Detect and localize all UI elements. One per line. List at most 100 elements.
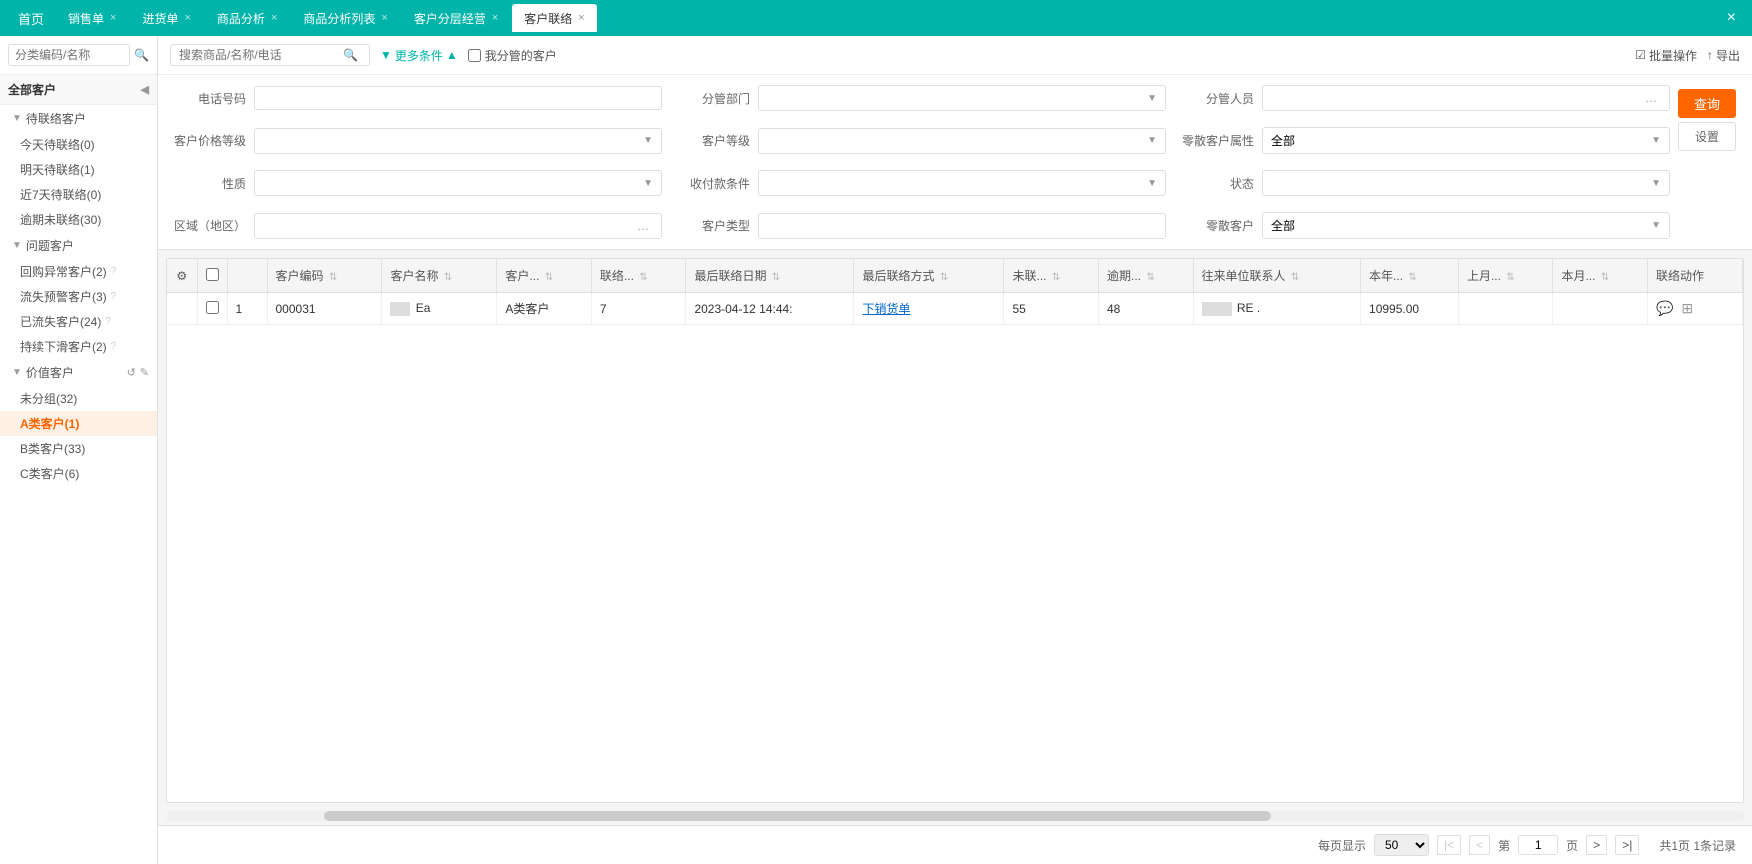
top-nav: 首页 销售单 × 进货单 × 商品分析 × 商品分析列表 × 客户分层经营 × … — [0, 0, 1752, 36]
nav-tab-analysis[interactable]: 商品分析 × — [205, 4, 289, 32]
prev-page-btn[interactable]: < — [1469, 835, 1490, 855]
sidebar-item-today[interactable]: 今天待联络(0) — [0, 132, 157, 157]
sidebar-collapse-icon[interactable]: ◀ — [141, 83, 149, 96]
nav-tab-purchase[interactable]: 进货单 × — [130, 4, 202, 32]
col-last-date[interactable]: 最后联络日期 ⇅ — [686, 259, 854, 293]
phone-input[interactable] — [254, 86, 662, 110]
scrollbar-thumb[interactable] — [324, 811, 1271, 821]
filter-search-icon[interactable]: 🔍 — [343, 48, 358, 62]
export-btn[interactable]: ↑ 导出 — [1707, 47, 1740, 64]
last-page-btn[interactable]: >| — [1615, 835, 1639, 855]
payment-field: 收付款条件 ▼ — [678, 170, 1166, 196]
dept-select[interactable]: ▼ — [758, 85, 1166, 111]
value-customer-label: 价值客户 — [26, 364, 74, 381]
sidebar-item-c-class[interactable]: C类客户(6) — [0, 461, 157, 486]
col-action: 联络动作 — [1647, 259, 1742, 293]
region-dots[interactable]: … — [633, 219, 653, 233]
sidebar-item-b-class[interactable]: B类客户(33) — [0, 436, 157, 461]
sidebar-item-churn-warning[interactable]: 流失预警客户(3) ? — [0, 284, 157, 309]
row-last-way[interactable]: 下销货单 — [854, 293, 1004, 325]
my-customers-checkbox[interactable]: 我分管的客户 — [468, 47, 557, 64]
help-icon-2[interactable]: ? — [111, 291, 117, 302]
retail-customer-select[interactable]: 全部 ▼ — [1262, 212, 1670, 239]
close-sales-tab[interactable]: × — [110, 12, 116, 24]
content-area: 🔍 ▼ 更多条件 ▲ 我分管的客户 ☑ 批量操作 ↑ 导出 — [158, 36, 1752, 864]
page-label: 第 — [1498, 837, 1510, 854]
close-analysis-tab[interactable]: × — [271, 12, 277, 24]
sidebar-item-overdue[interactable]: 逾期未联络(30) — [0, 207, 157, 232]
problem-customer-group[interactable]: ▼ 问题客户 — [0, 232, 157, 259]
col-cust-code[interactable]: 客户编码 ⇅ — [267, 259, 382, 293]
sidebar-item-repurchase-abnormal[interactable]: 回购异常客户(2) ? — [0, 259, 157, 284]
action-msg-icon[interactable]: 💬 — [1656, 300, 1673, 317]
dept-label: 分管部门 — [678, 90, 758, 107]
person-dots[interactable]: … — [1641, 91, 1661, 105]
nav-tab-analysis-list[interactable]: 商品分析列表 × — [291, 4, 399, 32]
nature-select[interactable]: ▼ — [254, 170, 662, 196]
col-cust-name[interactable]: 客户名称 ⇅ — [382, 259, 497, 293]
col-gear[interactable]: ⚙ — [167, 259, 197, 293]
horizontal-scrollbar[interactable] — [166, 811, 1744, 821]
status-select[interactable]: ▼ — [1262, 170, 1670, 196]
all-customers-header[interactable]: 全部客户 ◀ — [0, 75, 157, 105]
close-analysis-list-tab[interactable]: × — [381, 12, 387, 24]
first-page-btn[interactable]: |< — [1437, 835, 1461, 855]
col-no-contact[interactable]: 未联... ⇅ — [1004, 259, 1099, 293]
nav-home[interactable]: 首页 — [8, 9, 54, 28]
col-cust-type[interactable]: 客户... ⇅ — [497, 259, 592, 293]
close-customer-tier-tab[interactable]: × — [492, 12, 498, 24]
close-purchase-tab[interactable]: × — [184, 12, 190, 24]
value-group-refresh[interactable]: ↺ — [127, 366, 136, 379]
setting-button[interactable]: 设置 — [1678, 122, 1736, 151]
sidebar-search-icon[interactable]: 🔍 — [134, 48, 149, 62]
pending-contact-group[interactable]: ▼ 待联络客户 — [0, 105, 157, 132]
col-last-month[interactable]: 上月... ⇅ — [1458, 259, 1553, 293]
region-select[interactable]: … — [254, 213, 662, 239]
col-last-way[interactable]: 最后联络方式 ⇅ — [854, 259, 1004, 293]
col-this-month[interactable]: 本月... ⇅ — [1553, 259, 1648, 293]
sidebar-item-unclassified[interactable]: 未分组(32) — [0, 386, 157, 411]
help-icon-3[interactable]: ? — [105, 316, 111, 327]
payment-label: 收付款条件 — [678, 175, 758, 192]
retail-attr-select[interactable]: 全部 ▼ — [1262, 127, 1670, 154]
col-index — [227, 259, 267, 293]
col-overdue[interactable]: 逾期... ⇅ — [1099, 259, 1194, 293]
value-group-edit[interactable]: ✎ — [140, 366, 149, 379]
sidebar-search-input[interactable] — [8, 44, 130, 66]
price-grade-arrow: ▼ — [643, 135, 653, 146]
nav-tab-sales[interactable]: 销售单 × — [56, 4, 128, 32]
current-page-input[interactable] — [1518, 835, 1558, 855]
batch-op-btn[interactable]: ☑ 批量操作 — [1635, 47, 1697, 64]
customer-grade-select[interactable]: ▼ — [758, 128, 1166, 154]
row-no-contact: 55 — [1004, 293, 1099, 325]
sidebar-item-a-class[interactable]: A类客户(1) — [0, 411, 157, 436]
col-this-year[interactable]: 本年... ⇅ — [1361, 259, 1459, 293]
payment-select[interactable]: ▼ — [758, 170, 1166, 196]
sidebar-item-tomorrow[interactable]: 明天待联络(1) — [0, 157, 157, 182]
filter-more-conditions[interactable]: ▼ 更多条件 ▲ — [380, 47, 458, 64]
customer-type-select[interactable] — [758, 213, 1166, 239]
per-page-select[interactable]: 50 100 200 — [1374, 834, 1429, 856]
col-contact-count[interactable]: 联络... ⇅ — [591, 259, 686, 293]
row-select-checkbox[interactable] — [206, 301, 219, 314]
my-customers-check[interactable] — [468, 49, 481, 62]
help-icon-4[interactable]: ? — [111, 341, 117, 352]
close-all-tabs[interactable]: × — [1719, 9, 1744, 27]
sidebar-item-7days[interactable]: 近7天待联络(0) — [0, 182, 157, 207]
action-qr-icon[interactable]: ⊞ — [1681, 300, 1693, 317]
nav-tab-customer-tier[interactable]: 客户分层经营 × — [402, 4, 510, 32]
value-customer-group[interactable]: ▼ 价值客户 ↺ ✎ — [0, 359, 157, 386]
person-select[interactable]: … — [1262, 85, 1670, 111]
last-contact-way-link[interactable]: 下销货单 — [862, 302, 910, 316]
price-grade-select[interactable]: ▼ — [254, 128, 662, 154]
next-page-btn[interactable]: > — [1586, 835, 1607, 855]
nav-tab-customer-contact[interactable]: 客户联络 × — [512, 4, 596, 32]
query-button[interactable]: 查询 — [1678, 89, 1736, 118]
filter-search-input[interactable] — [179, 48, 339, 62]
sidebar-item-churned[interactable]: 已流失客户(24) ? — [0, 309, 157, 334]
close-customer-contact-tab[interactable]: × — [578, 12, 584, 24]
col-unit-contact[interactable]: 往来单位联系人 ⇅ — [1193, 259, 1361, 293]
sidebar-item-declining[interactable]: 持续下滑客户(2) ? — [0, 334, 157, 359]
select-all-checkbox[interactable] — [206, 268, 219, 281]
help-icon-1[interactable]: ? — [111, 266, 117, 277]
